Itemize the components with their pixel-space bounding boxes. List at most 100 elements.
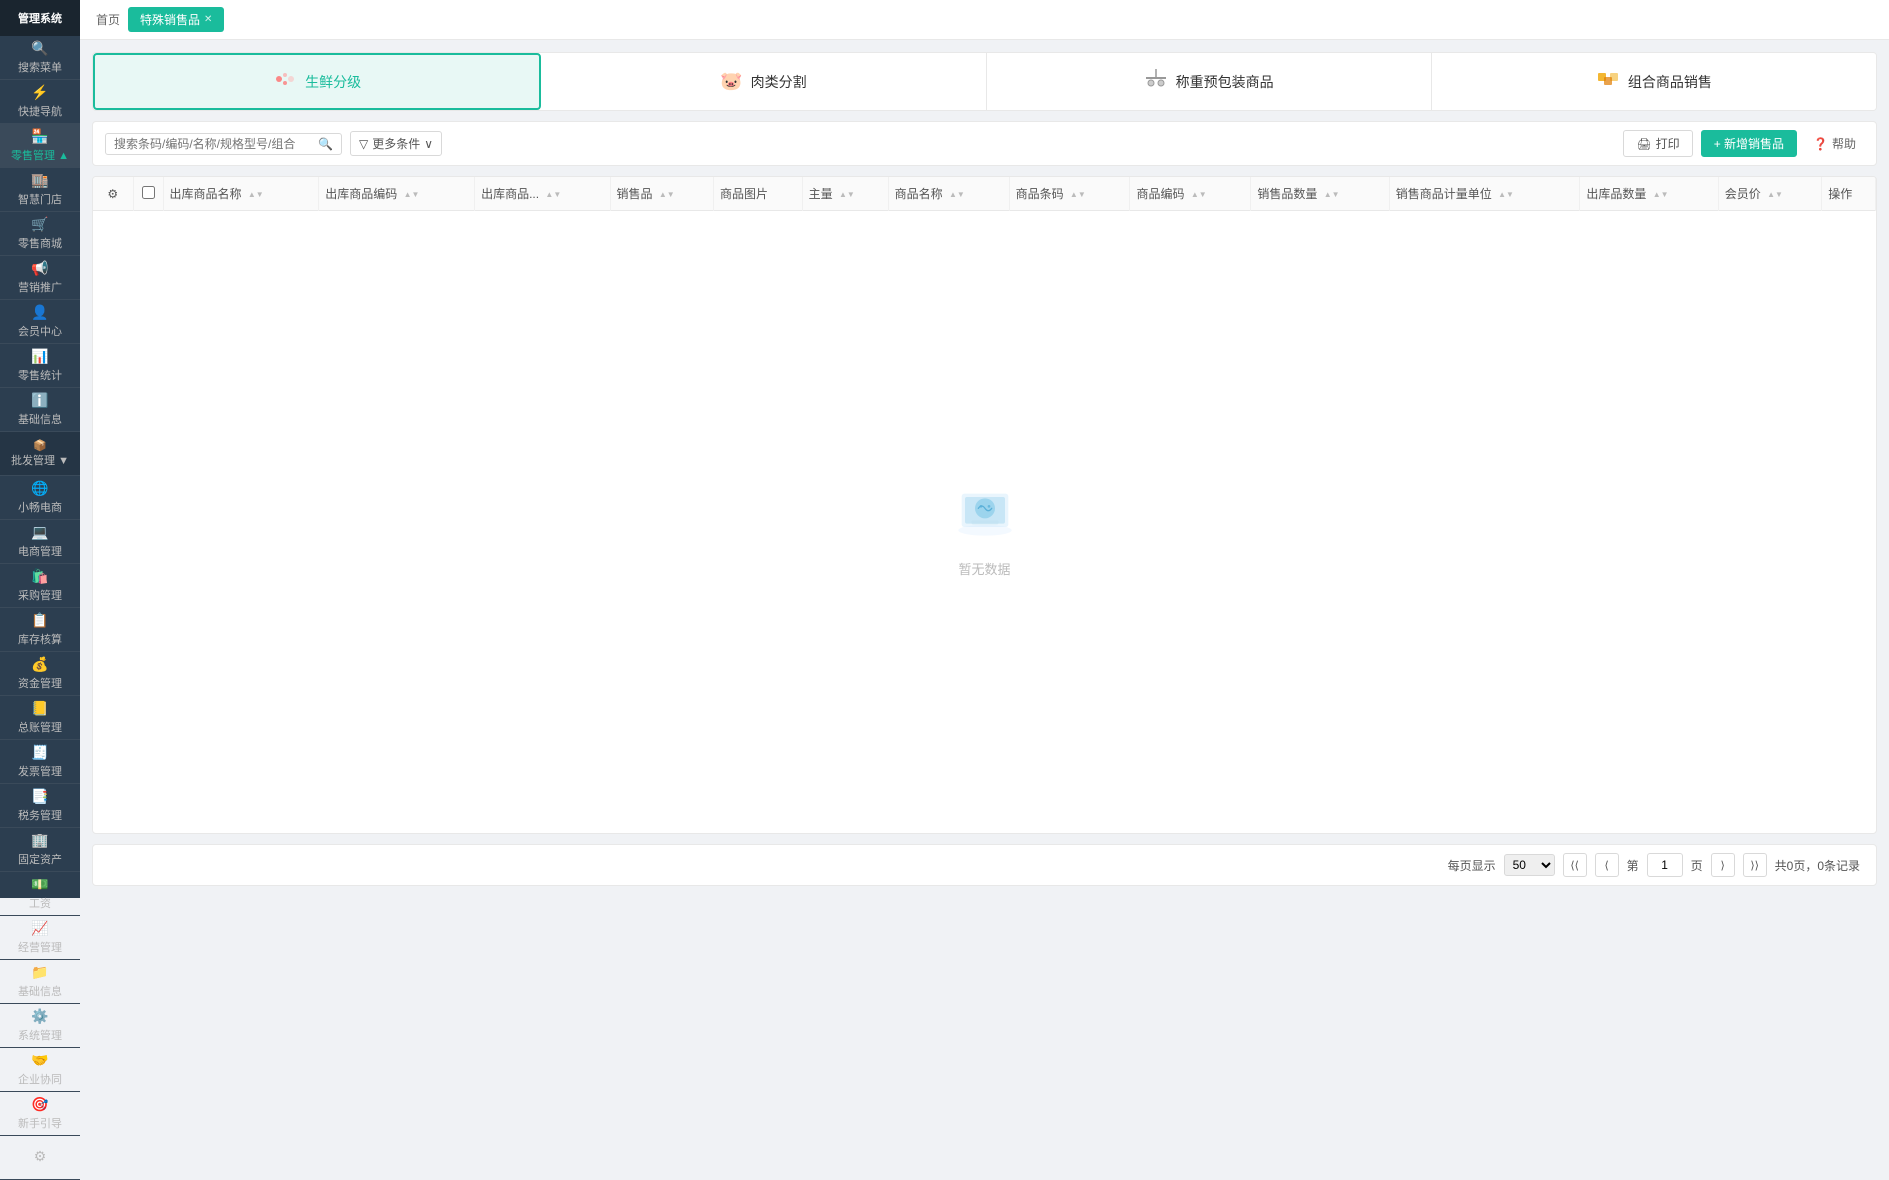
topbar-tab-close[interactable]: ✕	[204, 14, 212, 25]
th-member-price[interactable]: 会员价 ▲▼	[1718, 177, 1821, 211]
page-content: 生鲜分级 🐷 肉类分割 称重预包装商品	[80, 40, 1889, 898]
sidebar-item-label: 税务管理	[18, 807, 62, 823]
help-button[interactable]: ❓ 帮助	[1805, 131, 1864, 156]
sidebar-item-sales-promo[interactable]: 📢 营销推广	[0, 256, 80, 300]
retail-mall-icon: 🛒	[31, 216, 48, 233]
search-menu-icon: 🔍	[31, 40, 48, 57]
th-goods-image[interactable]: 商品图片	[713, 177, 802, 211]
next-page-button[interactable]: ⟩	[1711, 853, 1735, 877]
sidebar-item-finance-mgmt[interactable]: 💰 资金管理	[0, 652, 80, 696]
th-weight[interactable]: 主量 ▲▼	[802, 177, 888, 211]
th-out-qty[interactable]: 出库品数量 ▲▼	[1580, 177, 1718, 211]
sidebar-item-basic-info[interactable]: ℹ️ 基础信息	[0, 388, 80, 432]
sidebar: 管理系统 🔍 搜索菜单 ⚡ 快捷导航 🏪 零售管理 ▲ 🏬 智慧门店 🛒 零售商…	[0, 0, 80, 898]
sidebar-item-enterprise-coop[interactable]: 🤝 企业协同	[0, 1048, 80, 1092]
sidebar-item-label: 新手引导	[18, 1115, 62, 1131]
search-input[interactable]	[114, 137, 314, 151]
filter-chevron-icon: ∨	[424, 137, 433, 151]
last-page-button[interactable]: ⟩⟩	[1743, 853, 1767, 877]
search-icon[interactable]: 🔍	[318, 137, 333, 151]
sidebar-item-system-mgmt[interactable]: ⚙️ 系统管理	[0, 1004, 80, 1048]
th-goods-barcode[interactable]: 商品条码 ▲▼	[1009, 177, 1130, 211]
sidebar-item-ops-mgmt[interactable]: 📈 经营管理	[0, 916, 80, 960]
sidebar-item-invoice-mgmt[interactable]: 🧾 发票管理	[0, 740, 80, 784]
filter-label: 更多条件	[372, 135, 420, 152]
prev-page-button[interactable]: ⟨	[1595, 853, 1619, 877]
sidebar-item-retail-stats[interactable]: 📊 零售统计	[0, 344, 80, 388]
sidebar-item-purchase-mgmt[interactable]: 🛍️ 采购管理	[0, 564, 80, 608]
purchase-mgmt-icon: 🛍️	[31, 568, 48, 585]
th-out-goods-name[interactable]: 出库商品名称 ▲▼	[163, 177, 319, 211]
th-sale-qty[interactable]: 销售品数量 ▲▼	[1251, 177, 1389, 211]
meat-cutting-label: 肉类分割	[751, 72, 807, 92]
new-guide-icon: 🎯	[31, 1096, 48, 1113]
sidebar-item-fixed-assets[interactable]: 🏢 固定资产	[0, 828, 80, 872]
sidebar-item-new-guide[interactable]: 🎯 新手引导	[0, 1092, 80, 1136]
sidebar-item-settings[interactable]: ⚙	[0, 1136, 80, 1180]
sidebar-item-label: 资金管理	[18, 675, 62, 691]
fresh-grading-icon	[273, 67, 297, 96]
toolbar: 🔍 ▽ 更多条件 ∨ 🖨 打印 + 新增销售品 ❓ 帮助	[92, 121, 1877, 166]
th-settings[interactable]: ⚙	[93, 177, 133, 211]
sidebar-item-retail-mall[interactable]: 🛒 零售商城	[0, 212, 80, 256]
sidebar-item-label: 营销推广	[18, 279, 62, 295]
empty-text: 暂无数据	[958, 559, 1010, 578]
empty-state: 暂无数据	[93, 211, 1876, 833]
toolbar-right: 🖨 打印 + 新增销售品 ❓ 帮助	[1623, 130, 1864, 157]
sidebar-item-inventory-check[interactable]: 📋 库存核算	[0, 608, 80, 652]
invoice-mgmt-icon: 🧾	[31, 744, 48, 761]
page-input[interactable]	[1647, 853, 1683, 877]
add-sales-button[interactable]: + 新增销售品	[1701, 130, 1797, 157]
sidebar-item-label: 发票管理	[18, 763, 62, 779]
sort-arrows-icon: ▲▼	[1653, 191, 1669, 199]
th-sale-goods[interactable]: 销售品 ▲▼	[610, 177, 713, 211]
sidebar-item-label: 会员中心	[18, 323, 62, 339]
meat-cutting-icon: 🐷	[720, 71, 742, 92]
wholesale-mgmt-icon: 📦	[33, 439, 47, 452]
category-tab-weight-packaging[interactable]: 称重预包装商品	[987, 53, 1432, 110]
th-operations: 操作	[1822, 177, 1876, 211]
th-out-goods-code[interactable]: 出库商品编码 ▲▼	[319, 177, 475, 211]
sidebar-item-wages[interactable]: 💵 工资	[0, 872, 80, 916]
sidebar-item-basic-info2[interactable]: 📁 基础信息	[0, 960, 80, 1004]
th-out-goods-spec[interactable]: 出库商品... ▲▼	[475, 177, 610, 211]
filter-button[interactable]: ▽ 更多条件 ∨	[350, 131, 442, 156]
sidebar-item-label: 搜索菜单	[18, 59, 62, 75]
topbar-active-tab[interactable]: 特殊销售品 ✕	[128, 7, 224, 32]
sort-arrows-icon: ▲▼	[248, 191, 264, 199]
sidebar-item-label: 经营管理	[18, 939, 62, 955]
th-sale-unit[interactable]: 销售商品计量单位 ▲▼	[1389, 177, 1580, 211]
sidebar-item-ecom-mgmt[interactable]: 💻 电商管理	[0, 520, 80, 564]
th-checkbox[interactable]	[133, 177, 163, 211]
search-box[interactable]: 🔍	[105, 133, 342, 155]
sidebar-item-quick-nav[interactable]: ⚡ 快捷导航	[0, 80, 80, 124]
fixed-assets-icon: 🏢	[31, 832, 48, 849]
print-button[interactable]: 🖨 打印	[1623, 130, 1692, 157]
sidebar-item-retail-mgmt[interactable]: 🏪 零售管理 ▲	[0, 124, 80, 168]
select-all-checkbox[interactable]	[142, 186, 155, 199]
sidebar-item-mini-ecom[interactable]: 🌐 小畅电商	[0, 476, 80, 520]
inventory-check-icon: 📋	[31, 612, 48, 629]
sort-arrows-icon: ▲▼	[1498, 191, 1514, 199]
sort-arrows-icon: ▲▼	[839, 191, 855, 199]
per-page-select[interactable]: 50 10 20 100	[1504, 854, 1555, 876]
category-tab-combo-sales[interactable]: 组合商品销售	[1432, 53, 1876, 110]
sidebar-item-general-ledger[interactable]: 📒 总账管理	[0, 696, 80, 740]
print-icon: 🖨	[1636, 137, 1651, 151]
sidebar-item-member-center[interactable]: 👤 会员中心	[0, 300, 80, 344]
th-goods-name[interactable]: 商品名称 ▲▼	[888, 177, 1009, 211]
th-goods-code[interactable]: 商品编码 ▲▼	[1130, 177, 1251, 211]
mini-ecom-icon: 🌐	[31, 480, 48, 497]
topbar-home-link[interactable]: 首页	[96, 11, 120, 28]
category-tab-meat-cutting[interactable]: 🐷 肉类分割	[541, 53, 986, 110]
sidebar-item-wholesale-mgmt[interactable]: 📦 批发管理 ▼	[0, 432, 80, 476]
sidebar-item-tax-mgmt[interactable]: 📑 税务管理	[0, 784, 80, 828]
category-tab-fresh-grading[interactable]: 生鲜分级	[93, 53, 541, 110]
sidebar-item-label: 企业协同	[18, 1071, 62, 1087]
sidebar-item-smart-store[interactable]: 🏬 智慧门店	[0, 168, 80, 212]
sort-arrows-icon: ▲▼	[1324, 191, 1340, 199]
first-page-button[interactable]: ⟨⟨	[1563, 853, 1587, 877]
sidebar-item-search-menu[interactable]: 🔍 搜索菜单	[0, 36, 80, 80]
topbar-tab-label: 特殊销售品	[140, 11, 200, 28]
help-icon: ❓	[1813, 137, 1828, 151]
